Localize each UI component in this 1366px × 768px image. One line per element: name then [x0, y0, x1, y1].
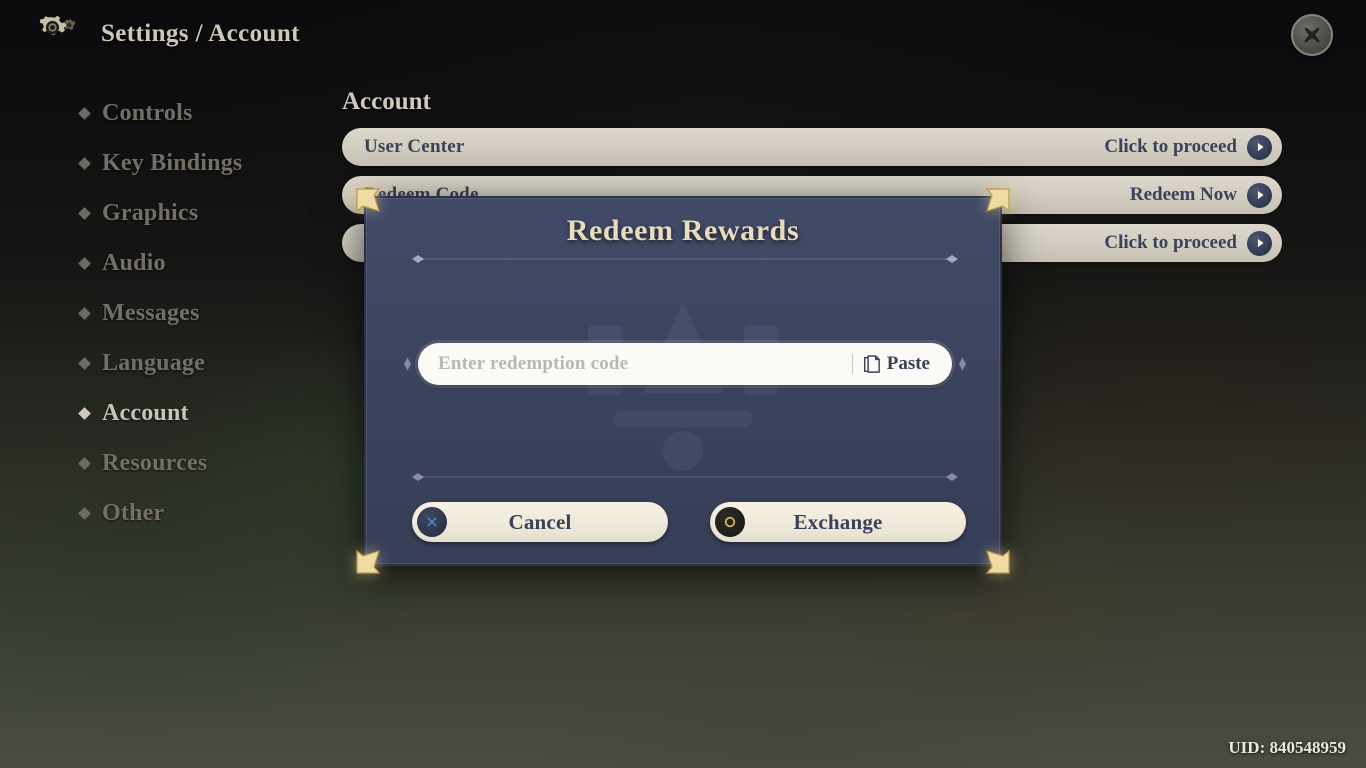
gold-corner-ornament-icon — [354, 186, 382, 214]
app-screen: Settings / Account Controls Key Bindings… — [0, 0, 1366, 768]
decorative-watermark — [588, 301, 778, 472]
diamond-gem-icon — [400, 357, 415, 372]
gold-corner-ornament-icon — [984, 548, 1012, 576]
divider-bottom — [404, 470, 966, 482]
modal-layer: Redeem Rewards Enter redemption code Pas… — [0, 0, 1366, 768]
cancel-x-icon — [417, 507, 447, 537]
exchange-button-label: Exchange — [793, 509, 883, 534]
diamond-gem-icon — [955, 357, 970, 372]
redemption-code-field-group: Paste — [404, 343, 966, 385]
exchange-ring-icon — [715, 507, 745, 537]
cancel-button[interactable]: Cancel — [412, 502, 668, 542]
cancel-button-label: Cancel — [508, 509, 572, 534]
paste-button[interactable]: Paste — [863, 353, 952, 375]
gold-corner-ornament-icon — [984, 186, 1012, 214]
redemption-code-input[interactable] — [418, 343, 852, 385]
field-separator — [851, 354, 853, 374]
dialog-button-row: Cancel Exchange — [412, 502, 968, 542]
redeem-rewards-dialog: Redeem Rewards Enter redemption code Pas… — [356, 188, 1010, 574]
code-input-container: Paste — [418, 343, 952, 385]
exchange-button[interactable]: Exchange — [710, 502, 966, 542]
dialog-title: Redeem Rewards — [566, 214, 800, 247]
paste-label: Paste — [886, 353, 930, 374]
clipboard-icon — [863, 354, 880, 373]
divider-top — [404, 252, 966, 264]
gold-corner-ornament-icon — [354, 548, 382, 576]
